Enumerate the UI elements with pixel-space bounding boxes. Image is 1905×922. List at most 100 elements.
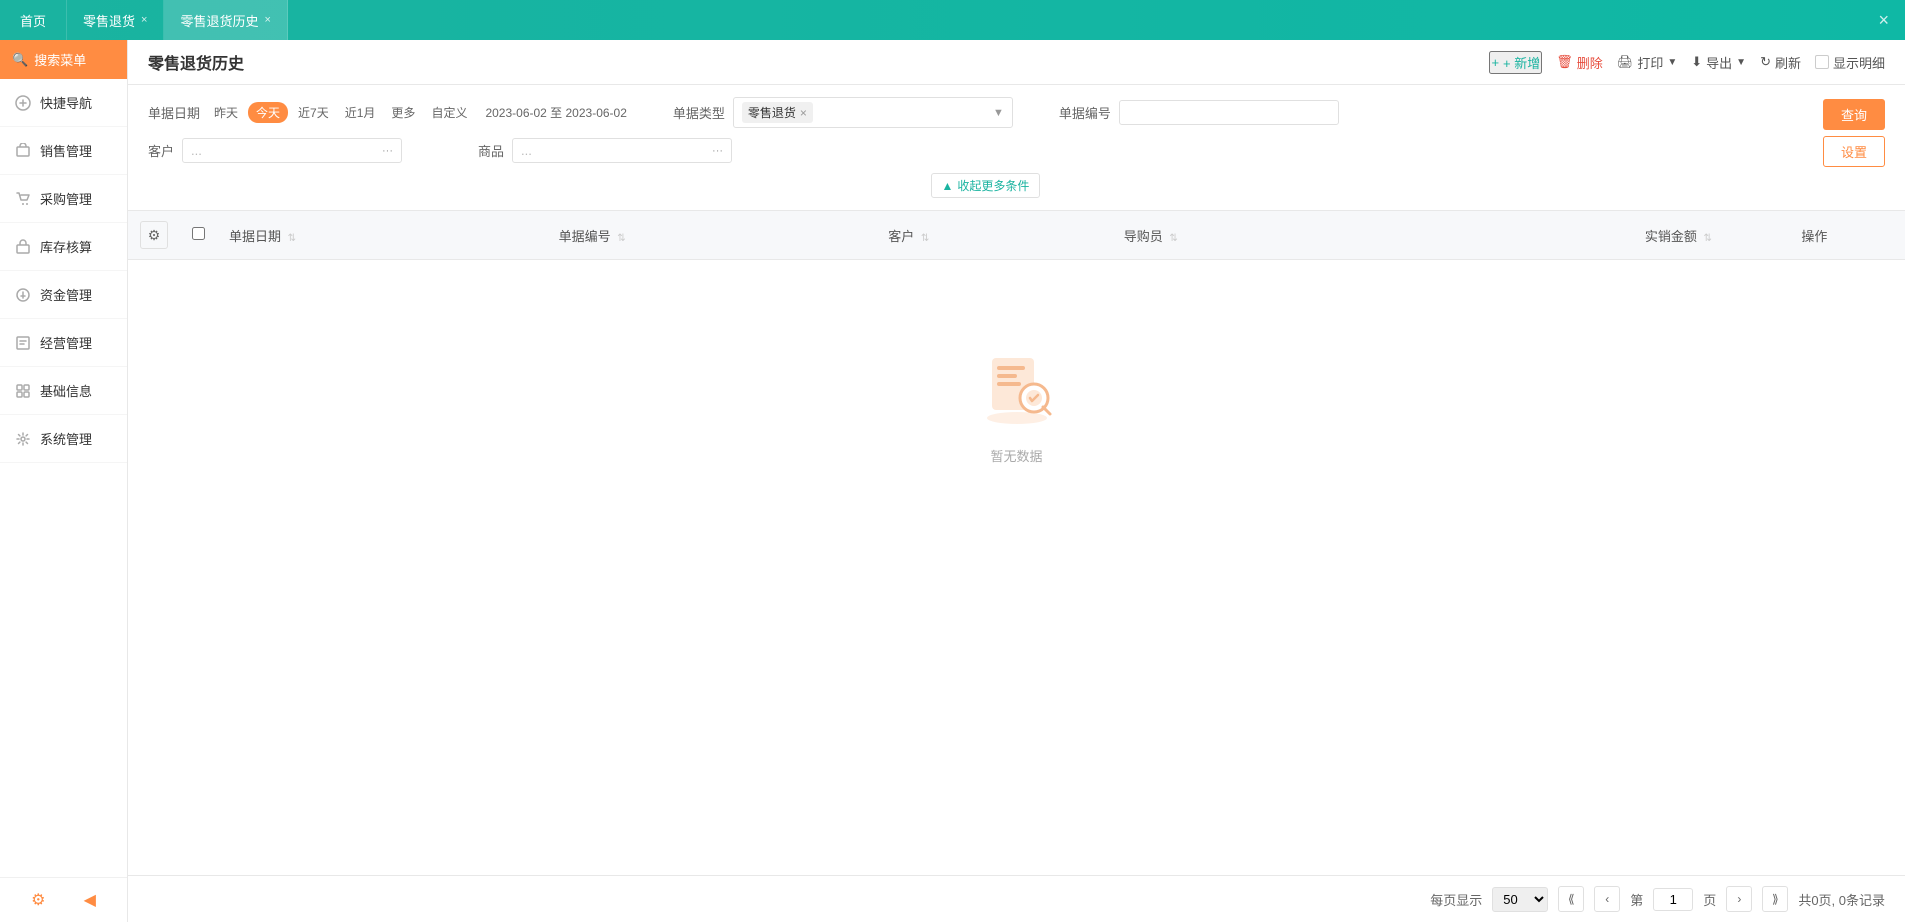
tab-retail-return-history-close[interactable]: × xyxy=(264,14,270,26)
sidebar-item-inventory-label: 库存核算 xyxy=(40,237,92,256)
sidebar-item-operations[interactable]: 经营管理 xyxy=(0,319,127,367)
export-icon: ⬇ xyxy=(1691,54,1702,70)
customer-filter-group: 客户 ... ··· xyxy=(148,138,402,163)
doc-type-tag: 零售退货 × xyxy=(742,102,813,123)
tab-retail-return[interactable]: 零售退货 × xyxy=(67,0,164,40)
set-button[interactable]: 设置 xyxy=(1823,136,1885,167)
table-header-row: ⚙ 单据日期 ⇅ 单据编号 ⇅ xyxy=(128,211,1905,260)
sidebar-item-inventory[interactable]: 库存核算 xyxy=(0,223,127,271)
search-icon: 🔍 xyxy=(12,52,28,68)
quick-nav-icon xyxy=(14,94,32,112)
col-doc-number[interactable]: 单据编号 ⇅ xyxy=(547,211,877,260)
per-page-label: 每页显示 xyxy=(1430,890,1482,909)
shortcut-today[interactable]: 今天 xyxy=(248,102,288,123)
sidebar-search-label: 搜索菜单 xyxy=(34,50,86,69)
collapse-filter-button[interactable]: ▲ 收起更多条件 xyxy=(931,173,1041,198)
shortcut-1month[interactable]: 近1月 xyxy=(339,102,382,123)
doc-type-label: 单据类型 xyxy=(673,103,725,122)
doc-number-filter-group: 单据编号 xyxy=(1059,100,1339,125)
doc-number-input[interactable] xyxy=(1119,100,1339,125)
col-amount-sort: ⇅ xyxy=(1703,233,1711,244)
refresh-icon: ↻ xyxy=(1760,54,1771,70)
col-customer-sort: ⇅ xyxy=(921,233,929,244)
sidebar-search[interactable]: 🔍 搜索菜单 xyxy=(0,40,127,79)
goods-filter-group: 商品 ... ··· xyxy=(478,138,732,163)
doc-type-tag-label: 零售退货 xyxy=(748,104,796,121)
select-all-checkbox[interactable] xyxy=(192,227,205,240)
inventory-icon xyxy=(14,238,32,256)
date-range-text: 2023-06-02 至 2023-06-02 xyxy=(485,104,626,121)
col-doc-date-label: 单据日期 xyxy=(229,229,281,244)
delete-button[interactable]: 🗑 删除 xyxy=(1556,53,1603,72)
col-guide-sort: ⇅ xyxy=(1169,233,1177,244)
goods-placeholder: ... xyxy=(521,143,532,158)
doc-type-select[interactable]: 零售退货 × ▼ xyxy=(733,97,1013,128)
query-button[interactable]: 查询 xyxy=(1823,99,1885,130)
col-doc-date[interactable]: 单据日期 ⇅ xyxy=(217,211,547,260)
tab-retail-return-history[interactable]: 零售退货历史 × xyxy=(164,0,287,40)
tab-list: 首页 零售退货 × 零售退货历史 × xyxy=(0,0,1862,40)
date-label: 单据日期 xyxy=(148,103,200,122)
date-shortcuts: 昨天 今天 近7天 近1月 更多 自定义 xyxy=(208,102,473,123)
shortcut-more[interactable]: 更多 xyxy=(385,102,421,123)
sidebar-item-system[interactable]: 系统管理 xyxy=(0,415,127,463)
goods-dropdown-icon: ··· xyxy=(712,145,723,157)
sidebar-item-operations-label: 经营管理 xyxy=(40,333,92,352)
shortcut-yesterday[interactable]: 昨天 xyxy=(208,102,244,123)
page-number-input[interactable] xyxy=(1653,888,1693,911)
goods-select[interactable]: ... ··· xyxy=(512,138,732,163)
sidebar-item-finance-label: 资金管理 xyxy=(40,285,92,304)
shortcut-custom[interactable]: 自定义 xyxy=(425,102,473,123)
goods-label: 商品 xyxy=(478,141,504,160)
next-page-button[interactable]: › xyxy=(1726,886,1752,912)
sidebar-item-quick-nav-label: 快捷导航 xyxy=(40,93,92,112)
show-detail-checkbox[interactable] xyxy=(1815,55,1829,69)
content-area: 零售退货历史 + + 新增 🗑 删除 🖨 打印 ▼ ⬇ 导出 xyxy=(128,40,1905,922)
data-table: ⚙ 单据日期 ⇅ 单据编号 ⇅ xyxy=(128,211,1905,260)
sidebar-item-purchase[interactable]: 采购管理 xyxy=(0,175,127,223)
shortcut-7days[interactable]: 近7天 xyxy=(292,102,335,123)
date-filter-group: 单据日期 昨天 今天 近7天 近1月 更多 自定义 2023-06-02 至 2… xyxy=(148,102,627,123)
add-button[interactable]: + + 新增 xyxy=(1489,51,1542,74)
export-button[interactable]: ⬇ 导出 ▼ xyxy=(1691,53,1746,72)
prev-page-button[interactable]: ‹ xyxy=(1594,886,1620,912)
per-page-select[interactable]: 20 50 100 xyxy=(1492,887,1548,912)
page-header: 零售退货历史 + + 新增 🗑 删除 🖨 打印 ▼ ⬇ 导出 xyxy=(128,40,1905,85)
sidebar-item-quick-nav[interactable]: 快捷导航 xyxy=(0,79,127,127)
refresh-button[interactable]: ↻ 刷新 xyxy=(1760,53,1801,72)
sidebar-item-system-label: 系统管理 xyxy=(40,429,92,448)
top-bar: 首页 零售退货 × 零售退货历史 × × xyxy=(0,0,1905,40)
tab-retail-return-close[interactable]: × xyxy=(141,14,147,26)
filter-actions: 查询 设置 xyxy=(1823,97,1885,167)
export-arrow-icon: ▼ xyxy=(1736,57,1746,68)
col-guide[interactable]: 导购员 ⇅ xyxy=(1112,211,1395,260)
tab-retail-return-history-label: 零售退货历史 xyxy=(180,11,258,30)
print-button[interactable]: 🖨 打印 ▼ xyxy=(1617,53,1677,72)
show-detail-text: 显示明细 xyxy=(1833,53,1885,72)
last-page-button[interactable]: ⟫ xyxy=(1762,886,1788,912)
col-amount[interactable]: 实销金额 ⇅ xyxy=(1394,211,1724,260)
col-doc-number-label: 单据编号 xyxy=(559,229,611,244)
add-icon: + xyxy=(1491,55,1499,70)
doc-type-tag-close[interactable]: × xyxy=(800,106,807,120)
col-action-label: 操作 xyxy=(1801,229,1827,244)
col-customer[interactable]: 客户 ⇅ xyxy=(876,211,1111,260)
doc-type-filter-group: 单据类型 零售退货 × ▼ xyxy=(673,97,1013,128)
sidebar-settings-icon[interactable]: ⚙ xyxy=(31,890,45,910)
customer-select[interactable]: ... ··· xyxy=(182,138,402,163)
first-page-button[interactable]: ⟪ xyxy=(1558,886,1584,912)
empty-state-icon xyxy=(972,340,1062,430)
customer-placeholder: ... xyxy=(191,143,202,158)
window-close-button[interactable]: × xyxy=(1862,10,1905,31)
sidebar-item-finance[interactable]: 资金管理 xyxy=(0,271,127,319)
table-settings-icon[interactable]: ⚙ xyxy=(140,221,168,249)
col-action: 操作 xyxy=(1724,211,1905,260)
sales-icon xyxy=(14,142,32,160)
tab-home[interactable]: 首页 xyxy=(0,0,67,40)
sidebar-item-basic[interactable]: 基础信息 xyxy=(0,367,127,415)
empty-state: 暂无数据 xyxy=(128,260,1905,545)
col-guide-label: 导购员 xyxy=(1124,229,1163,244)
sidebar-item-sales[interactable]: 销售管理 xyxy=(0,127,127,175)
sidebar-collapse-icon[interactable]: ◀ xyxy=(84,890,96,910)
sidebar-bottom: ⚙ ◀ xyxy=(0,877,127,922)
